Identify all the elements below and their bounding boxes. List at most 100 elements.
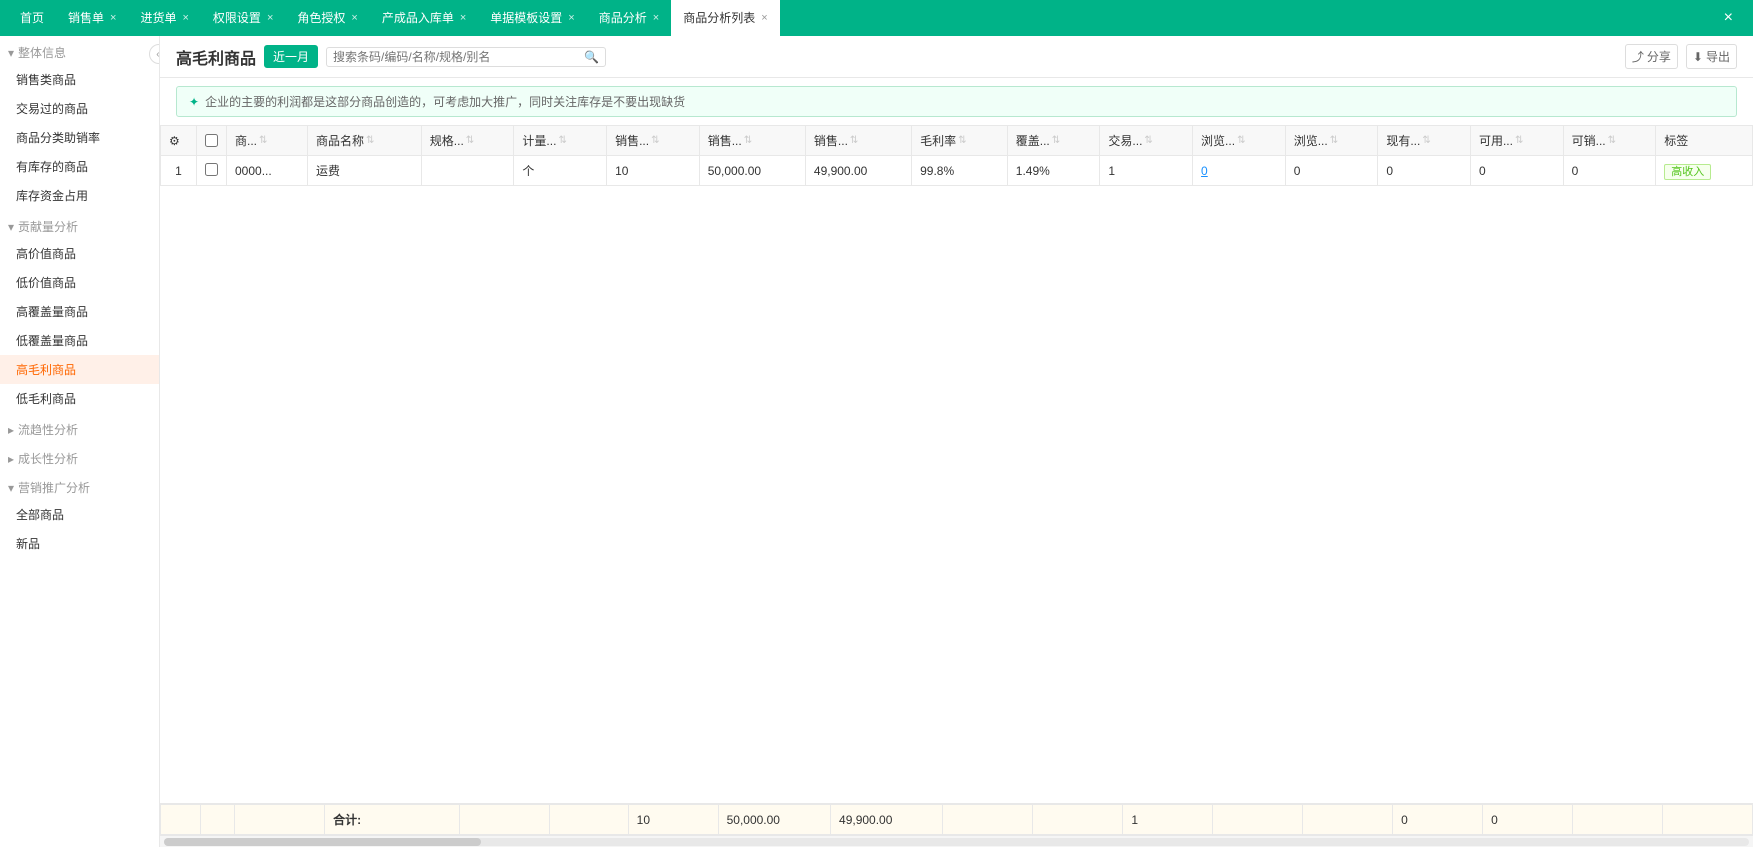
col-header-sellable[interactable]: 可销... ⇅ <box>1563 126 1656 156</box>
col-header-browse2[interactable]: 浏览... ⇅ <box>1285 126 1378 156</box>
export-button[interactable]: ⬇ 导出 <box>1686 44 1737 69</box>
row-checkbox[interactable] <box>205 163 218 176</box>
browse1-link[interactable]: 0 <box>1201 164 1208 178</box>
time-filter-recent-month[interactable]: 近一月 <box>264 45 318 68</box>
cell-sellable: 0 <box>1563 156 1656 186</box>
sidebar-group-growth[interactable]: ▸ 成长性分析 <box>0 442 159 471</box>
sidebar-item-low-value[interactable]: 低价值商品 <box>0 268 159 297</box>
nav-sales-close[interactable]: × <box>110 0 116 36</box>
nav-analysis-list[interactable]: 商品分析列表 × <box>671 0 779 36</box>
nav-purchase-close[interactable]: × <box>182 0 188 36</box>
col-header-current-stock[interactable]: 现有... ⇅ <box>1378 126 1471 156</box>
col-header-settings[interactable]: ⚙ <box>161 126 197 156</box>
sidebar-item-category-rate[interactable]: 商品分类助销率 <box>0 123 159 152</box>
footer-available: 0 <box>1483 805 1573 835</box>
col-header-unit[interactable]: 计量... ⇅ <box>514 126 607 156</box>
nav-home[interactable]: 首页 <box>8 0 56 36</box>
cell-name: 运费 <box>308 156 422 186</box>
content-area: 高毛利商品 近一月 🔍 ⤴ 分享 ⬇ 导出 ✦ 企业的主要的利润都是这部分商品创… <box>160 36 1753 847</box>
sidebar-item-high-coverage[interactable]: 高覆盖量商品 <box>0 297 159 326</box>
sidebar-item-stocked-goods[interactable]: 有库存的商品 <box>0 152 159 181</box>
cell-sales-qty: 10 <box>607 156 700 186</box>
content-header: 高毛利商品 近一月 🔍 ⤴ 分享 ⬇ 导出 <box>160 36 1753 78</box>
nav-role-close[interactable]: × <box>351 0 357 36</box>
sidebar-item-new-goods[interactable]: 新品 <box>0 529 159 558</box>
tip-bar: ✦ 企业的主要的利润都是这部分商品创造的，可考虑加大推广，同时关注库存是不要出现… <box>176 86 1737 117</box>
col-header-check[interactable] <box>197 126 227 156</box>
cell-tag: 高收入 <box>1656 156 1753 186</box>
sidebar: « ▾ 整体信息 销售类商品 交易过的商品 商品分类助销率 有库存的商品 库存资… <box>0 36 160 847</box>
cell-trade: 1 <box>1100 156 1193 186</box>
window-close-button[interactable]: × <box>1712 9 1745 27</box>
cell-cover-rate: 1.49% <box>1007 156 1100 186</box>
sidebar-item-high-margin[interactable]: 高毛利商品 <box>0 355 159 384</box>
sidebar-item-sales-goods[interactable]: 销售类商品 <box>0 65 159 94</box>
nav-product-inbound-close[interactable]: × <box>460 0 466 36</box>
sidebar-item-stock-capital[interactable]: 库存资金占用 <box>0 181 159 210</box>
col-header-tag[interactable]: 标签 <box>1656 126 1753 156</box>
col-header-sales-amt[interactable]: 销售... ⇅ <box>699 126 805 156</box>
bottom-scrollbar[interactable] <box>160 835 1753 847</box>
share-icon: ⤴ <box>1632 48 1644 65</box>
top-nav: 首页 销售单 × 进货单 × 权限设置 × 角色授权 × 产成品入库单 × 单据… <box>0 0 1753 36</box>
sort-icon-unit: ⇅ <box>558 135 566 146</box>
col-header-cover-rate[interactable]: 覆盖... ⇅ <box>1007 126 1100 156</box>
col-header-sales-qty[interactable]: 销售... ⇅ <box>607 126 700 156</box>
sidebar-group-trend[interactable]: ▸ 流趋性分析 <box>0 413 159 442</box>
cell-code: 0000... <box>227 156 308 186</box>
nav-template-close[interactable]: × <box>568 0 574 36</box>
footer-label: 合计: <box>333 813 361 827</box>
chevron-down-icon-2: ▾ <box>8 220 14 234</box>
nav-product-inbound[interactable]: 产成品入库单 × <box>370 0 478 36</box>
col-header-browse1[interactable]: 浏览... ⇅ <box>1193 126 1286 156</box>
sidebar-item-low-coverage[interactable]: 低覆盖量商品 <box>0 326 159 355</box>
sidebar-item-traded-goods[interactable]: 交易过的商品 <box>0 94 159 123</box>
nav-permission[interactable]: 权限设置 × <box>201 0 285 36</box>
chevron-right-icon-2: ▸ <box>8 452 14 466</box>
nav-sales[interactable]: 销售单 × <box>56 0 128 36</box>
table-container: ⚙ 商... ⇅ 商品名称 <box>160 125 1753 803</box>
col-header-trade[interactable]: 交易... ⇅ <box>1100 126 1193 156</box>
sidebar-group-marketing[interactable]: ▾ 营销推广分析 <box>0 471 159 500</box>
nav-purchase[interactable]: 进货单 × <box>128 0 200 36</box>
sort-icon-spec: ⇅ <box>466 135 474 146</box>
nav-permission-close[interactable]: × <box>267 0 273 36</box>
nav-analysis-list-close[interactable]: × <box>761 0 767 36</box>
sort-icon-current-stock: ⇅ <box>1422 135 1430 146</box>
select-all-checkbox[interactable] <box>205 134 218 147</box>
cell-browse1[interactable]: 0 <box>1193 156 1286 186</box>
cell-available: 0 <box>1470 156 1563 186</box>
col-header-name[interactable]: 商品名称 ⇅ <box>308 126 422 156</box>
nav-analysis[interactable]: 商品分析 × <box>587 0 671 36</box>
sidebar-group-contribution[interactable]: ▾ 贡献量分析 <box>0 210 159 239</box>
cell-check[interactable] <box>197 156 227 186</box>
main-layout: « ▾ 整体信息 销售类商品 交易过的商品 商品分类助销率 有库存的商品 库存资… <box>0 36 1753 847</box>
sidebar-item-low-margin[interactable]: 低毛利商品 <box>0 384 159 413</box>
share-button[interactable]: ⤴ 分享 <box>1625 44 1678 69</box>
chevron-right-icon: ▸ <box>8 423 14 437</box>
nav-template[interactable]: 单据模板设置 × <box>478 0 586 36</box>
lightbulb-icon: ✦ <box>189 95 199 109</box>
sort-icon-sellable: ⇅ <box>1608 135 1616 146</box>
footer-sales-cost: 49,900.00 <box>831 805 943 835</box>
col-header-spec[interactable]: 规格... ⇅ <box>421 126 514 156</box>
table-row: 1 0000... 运费 个 10 50,000.00 49,900.00 99… <box>161 156 1753 186</box>
nav-role[interactable]: 角色授权 × <box>285 0 369 36</box>
col-header-code[interactable]: 商... ⇅ <box>227 126 308 156</box>
sidebar-item-high-value[interactable]: 高价值商品 <box>0 239 159 268</box>
footer-sales-amt: 50,000.00 <box>718 805 830 835</box>
search-input[interactable] <box>333 50 584 64</box>
search-icon[interactable]: 🔍 <box>584 50 599 64</box>
cell-no: 1 <box>161 156 197 186</box>
col-header-gross-rate[interactable]: 毛利率 ⇅ <box>912 126 1008 156</box>
col-header-available[interactable]: 可用... ⇅ <box>1470 126 1563 156</box>
footer-table-row: 合计: 10 50,000.00 49,900.00 1 0 0 <box>161 805 1753 835</box>
sort-icon-name: ⇅ <box>366 135 374 146</box>
col-header-sales-cost[interactable]: 销售... ⇅ <box>805 126 911 156</box>
cell-gross-rate: 99.8% <box>912 156 1008 186</box>
sidebar-group-overall[interactable]: ▾ 整体信息 <box>0 36 159 65</box>
nav-analysis-close[interactable]: × <box>653 0 659 36</box>
cell-spec <box>421 156 514 186</box>
sidebar-item-all-goods[interactable]: 全部商品 <box>0 500 159 529</box>
sort-icon-browse2: ⇅ <box>1330 135 1338 146</box>
